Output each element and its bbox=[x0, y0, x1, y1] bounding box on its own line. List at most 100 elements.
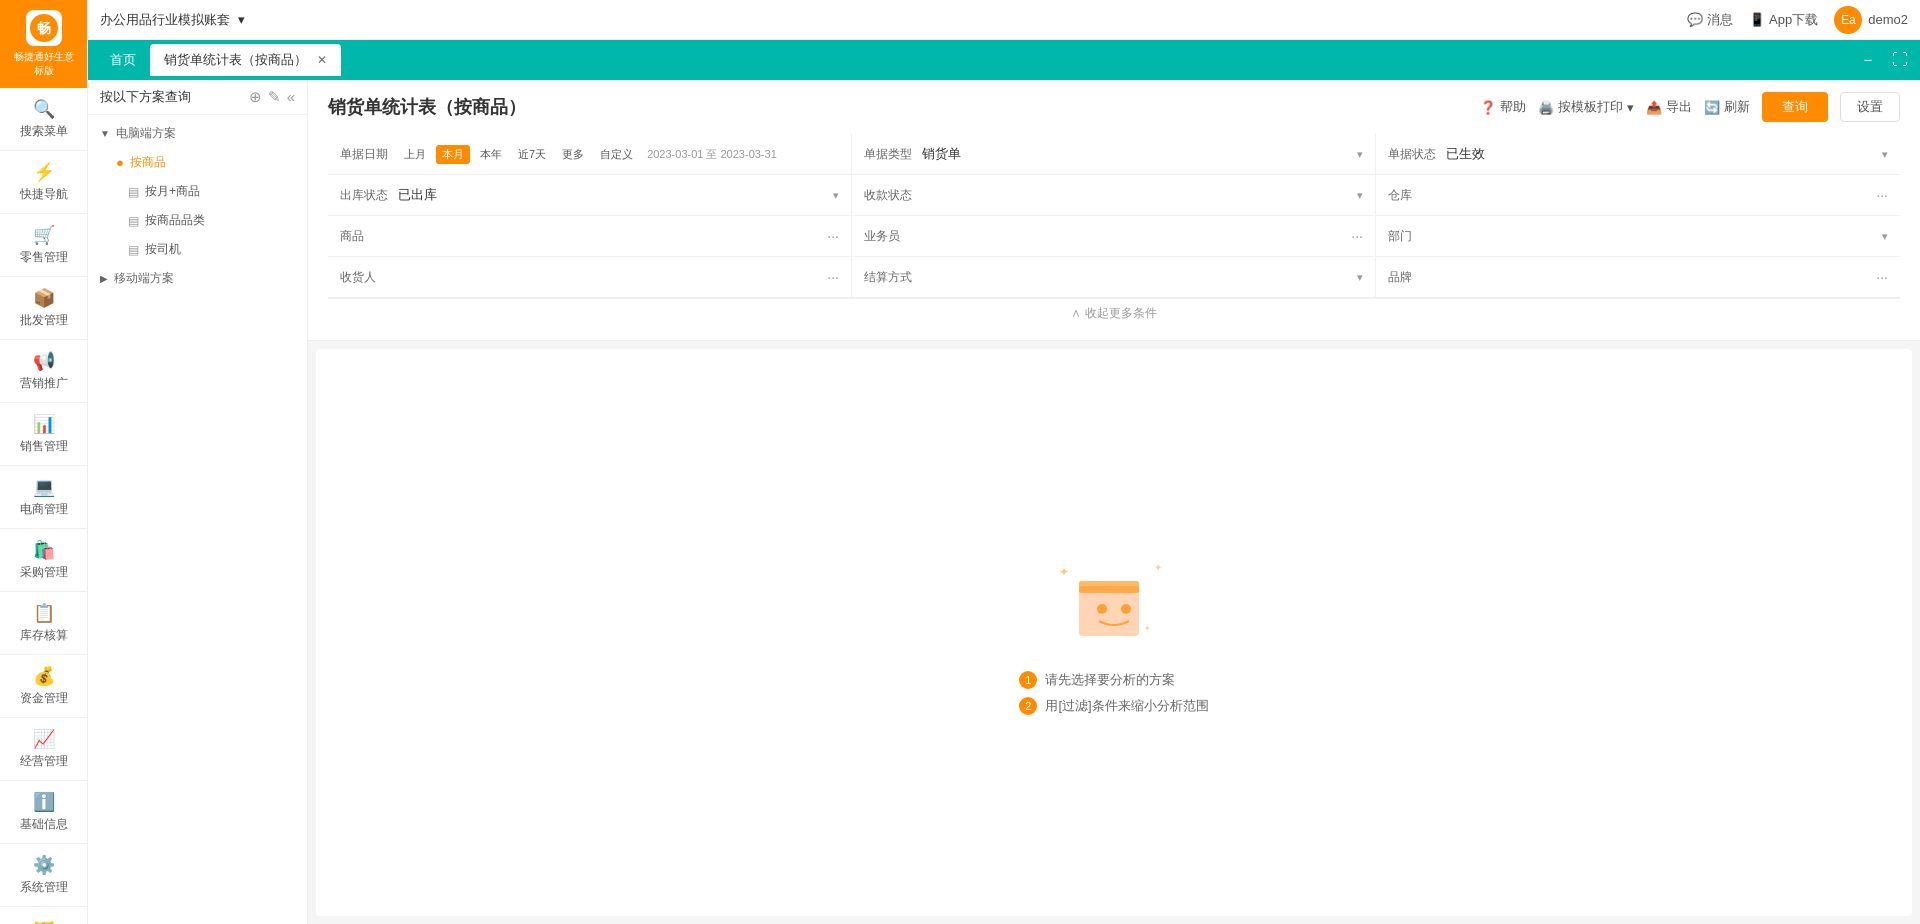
date-btn-last-month[interactable]: 上月 bbox=[398, 145, 432, 164]
right-panel: 销货单统计表（按商品） ❓ 帮助 🖨️ 按模板打印 ▾ 📤 bbox=[308, 80, 1920, 924]
export-btn[interactable]: 📤 导出 bbox=[1646, 98, 1692, 116]
step-2-number: 2 bbox=[1019, 697, 1037, 715]
sidebar-item-basic-label: 基础信息 bbox=[20, 816, 68, 833]
brand-ellipsis-icon[interactable]: ··· bbox=[1876, 269, 1888, 285]
date-btn-last-7-days[interactable]: 近7天 bbox=[512, 145, 552, 164]
tab-home[interactable]: 首页 bbox=[96, 44, 150, 76]
date-label: 单据日期 bbox=[340, 146, 390, 163]
top-header: 办公用品行业模拟账套 ▾ 💬 消息 📱 App下载 Ea demo2 bbox=[88, 0, 1920, 40]
filter-row-3: 商品 ··· 业务员 ··· bbox=[328, 216, 1900, 257]
tab-sales-report[interactable]: 销货单统计表（按商品） ✕ bbox=[150, 44, 341, 76]
collapse-bar[interactable]: ∧ 收起更多条件 bbox=[328, 298, 1900, 328]
empty-illustration: ✦ ✦ ✦ bbox=[1054, 551, 1174, 651]
sidebar-item-search[interactable]: 🔍 搜索菜单 bbox=[0, 88, 87, 151]
sidebar-item-basic[interactable]: ℹ️ 基础信息 bbox=[0, 781, 87, 844]
tree-item-by-cashier[interactable]: ▤ 按司机 bbox=[88, 235, 307, 264]
header-actions: 💬 消息 📱 App下载 Ea demo2 bbox=[1687, 6, 1908, 34]
doc-type-label: 单据类型 bbox=[864, 146, 914, 163]
salesperson-ellipsis-icon[interactable]: ··· bbox=[1351, 228, 1363, 244]
help-btn[interactable]: ❓ 帮助 bbox=[1480, 98, 1526, 116]
out-status-value: 已出库 bbox=[398, 186, 437, 204]
collapse-text: ∧ 收起更多条件 bbox=[1071, 306, 1156, 320]
filter-row-4: 收货人 ··· 结算方式 ▾ bbox=[328, 257, 1900, 298]
sidebar-item-finance-label: 资金管理 bbox=[20, 690, 68, 707]
edit-scheme-btn[interactable]: ✎ bbox=[268, 88, 281, 106]
sidebar-item-marketing-label: 营销推广 bbox=[20, 375, 68, 392]
out-status-select[interactable]: 已出库 ▾ bbox=[398, 186, 839, 204]
tree-group-desktop[interactable]: ▼ 电脑端方案 bbox=[88, 119, 307, 148]
app-subtitle: 标版 bbox=[34, 64, 54, 78]
export-label: 导出 bbox=[1666, 98, 1692, 116]
sidebar-item-inventory[interactable]: 📋 库存核算 bbox=[0, 592, 87, 655]
dept-select[interactable]: ▾ bbox=[1446, 230, 1888, 243]
receiver-select[interactable]: ··· bbox=[398, 269, 839, 285]
sidebar-item-enterprise[interactable]: 🤝 企业协同 bbox=[0, 907, 87, 924]
by-cashier-icon: ▤ bbox=[128, 243, 139, 257]
receiver-ellipsis-icon[interactable]: ··· bbox=[827, 269, 839, 285]
doc-status-select[interactable]: 已生效 ▾ bbox=[1446, 145, 1888, 163]
sidebar-item-sales[interactable]: 📊 销售管理 bbox=[0, 403, 87, 466]
wholesale-icon: 📦 bbox=[33, 287, 55, 309]
product-ellipsis-icon[interactable]: ··· bbox=[827, 228, 839, 244]
tree-item-by-category[interactable]: ▤ 按商品品类 bbox=[88, 206, 307, 235]
tree-group-mobile[interactable]: ▶ 移动端方案 bbox=[88, 264, 307, 293]
svg-rect-3 bbox=[1079, 581, 1139, 593]
doc-type-select[interactable]: 销货单 ▾ bbox=[922, 145, 1363, 163]
product-select[interactable]: ··· bbox=[398, 228, 839, 244]
receiver-filter-cell: 收货人 ··· bbox=[328, 257, 852, 297]
ecommerce-icon: 💻 bbox=[33, 476, 55, 498]
receipt-status-select[interactable]: ▾ bbox=[922, 189, 1363, 202]
date-filter-cell: 单据日期 上月 本月 本年 近7天 更多 自定义 2023-03-01 至 20… bbox=[328, 134, 852, 174]
app-name: 畅捷通好生意 bbox=[14, 50, 74, 64]
svg-text:畅: 畅 bbox=[37, 20, 51, 36]
message-btn[interactable]: 💬 消息 bbox=[1687, 11, 1733, 29]
tab-bar: 首页 销货单统计表（按商品） ✕ － ⛶ bbox=[88, 40, 1920, 80]
date-btn-this-year[interactable]: 本年 bbox=[474, 145, 508, 164]
sidebar-item-system[interactable]: ⚙️ 系统管理 bbox=[0, 844, 87, 907]
tab-maximize-btn[interactable]: ⛶ bbox=[1888, 48, 1912, 72]
sidebar-item-operation[interactable]: 📈 经营管理 bbox=[0, 718, 87, 781]
out-status-filter-cell: 出库状态 已出库 ▾ bbox=[328, 175, 852, 215]
payment-select[interactable]: ▾ bbox=[922, 271, 1363, 284]
sidebar-item-ecommerce[interactable]: 💻 电商管理 bbox=[0, 466, 87, 529]
template-print-btn[interactable]: 🖨️ 按模板打印 ▾ bbox=[1538, 98, 1634, 116]
brand-select[interactable]: ··· bbox=[1446, 269, 1888, 285]
doc-type-dropdown-icon: ▾ bbox=[1357, 148, 1363, 161]
filter-row-1: 单据日期 上月 本月 本年 近7天 更多 自定义 2023-03-01 至 20… bbox=[328, 134, 1900, 175]
salesperson-filter-cell: 业务员 ··· bbox=[852, 216, 1376, 256]
date-btn-this-month[interactable]: 本月 bbox=[436, 145, 470, 164]
sidebar-item-wholesale[interactable]: 📦 批发管理 bbox=[0, 277, 87, 340]
warehouse-ellipsis-icon[interactable]: ··· bbox=[1876, 187, 1888, 203]
sidebar-item-retail[interactable]: 🛒 零售管理 bbox=[0, 214, 87, 277]
sidebar-item-purchase[interactable]: 🛍️ 采购管理 bbox=[0, 529, 87, 592]
user-info[interactable]: Ea demo2 bbox=[1834, 6, 1908, 34]
svg-point-4 bbox=[1097, 604, 1107, 614]
collapse-panel-btn[interactable]: « bbox=[287, 88, 295, 106]
sidebar-item-operation-label: 经营管理 bbox=[20, 753, 68, 770]
salesperson-select[interactable]: ··· bbox=[922, 228, 1363, 244]
add-scheme-btn[interactable]: ⊕ bbox=[249, 88, 262, 106]
query-button[interactable]: 查询 bbox=[1762, 92, 1828, 122]
tab-minimize-btn[interactable]: － bbox=[1856, 48, 1880, 72]
tab-close-btn[interactable]: ✕ bbox=[317, 53, 327, 67]
product-filter-cell: 商品 ··· bbox=[328, 216, 852, 256]
sidebar-item-wholesale-label: 批发管理 bbox=[20, 312, 68, 329]
date-quick-select: 上月 本月 本年 近7天 更多 自定义 2023-03-01 至 2023-03… bbox=[398, 145, 839, 164]
sidebar-item-finance[interactable]: 💰 资金管理 bbox=[0, 655, 87, 718]
date-btn-more[interactable]: 更多 bbox=[556, 145, 590, 164]
settings-button[interactable]: 设置 bbox=[1840, 92, 1900, 122]
refresh-btn[interactable]: 🔄 刷新 bbox=[1704, 98, 1750, 116]
industry-selector[interactable]: 办公用品行业模拟账套 ▾ bbox=[100, 11, 245, 29]
sidebar-item-shortcut[interactable]: ⚡ 快捷导航 bbox=[0, 151, 87, 214]
date-btn-custom[interactable]: 自定义 bbox=[594, 145, 639, 164]
logo-icon: 畅 bbox=[26, 10, 62, 46]
warehouse-filter-cell: 仓库 ··· bbox=[1376, 175, 1900, 215]
tree-item-by-product[interactable]: ● 按商品 bbox=[88, 148, 307, 177]
warehouse-select[interactable]: ··· bbox=[1446, 187, 1888, 203]
tree-item-by-month-product[interactable]: ▤ 按月+商品 bbox=[88, 177, 307, 206]
message-icon: 💬 bbox=[1687, 12, 1703, 27]
dept-label: 部门 bbox=[1388, 228, 1438, 245]
sidebar-item-marketing[interactable]: 📢 营销推广 bbox=[0, 340, 87, 403]
payment-dropdown-icon: ▾ bbox=[1357, 271, 1363, 284]
app-download-btn[interactable]: 📱 App下载 bbox=[1749, 11, 1818, 29]
